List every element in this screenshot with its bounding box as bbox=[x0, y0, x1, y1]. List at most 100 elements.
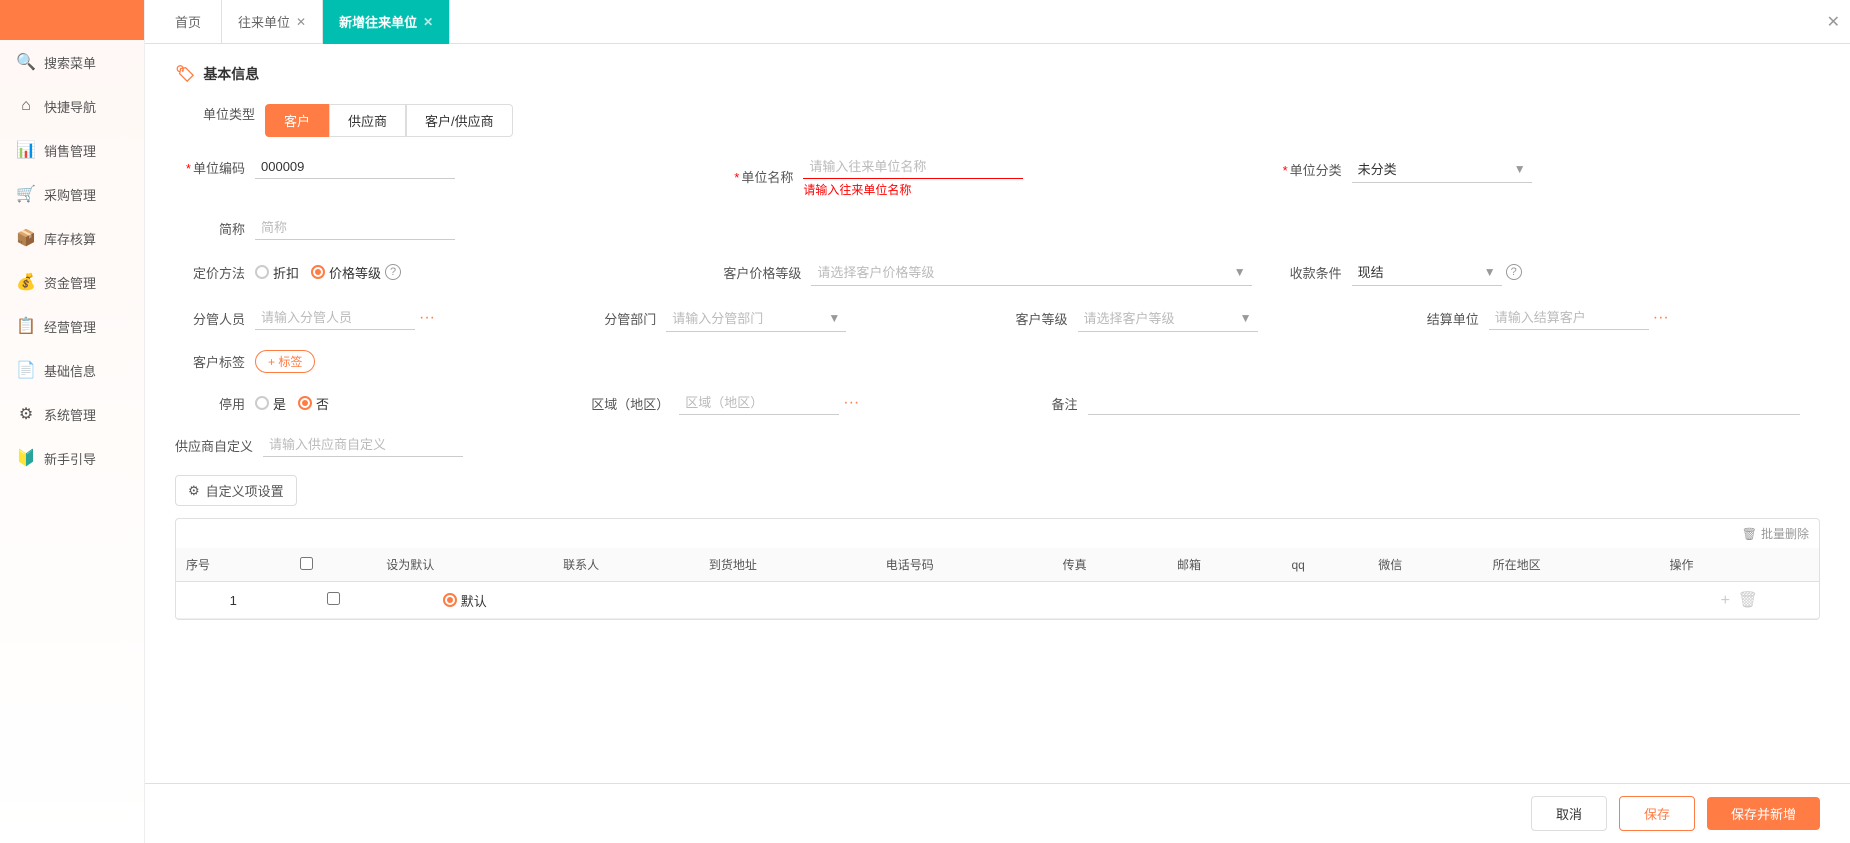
region-field: 区域（地区） ··· bbox=[591, 391, 1007, 415]
sidebar-item-inventory[interactable]: 📦 库存核算 bbox=[0, 216, 144, 260]
yes-radio-circle bbox=[255, 396, 269, 410]
sidebar-item-label-purchase: 采购管理 bbox=[44, 185, 96, 204]
row-checkbox[interactable] bbox=[327, 592, 340, 605]
region-input[interactable] bbox=[679, 391, 839, 415]
settlement-input[interactable] bbox=[1489, 306, 1649, 330]
sidebar-item-operations[interactable]: 📋 经营管理 bbox=[0, 304, 144, 348]
tabbar: 首页 往来单位✕新增往来单位✕ ✕ bbox=[145, 0, 1850, 44]
pricing-radio-price-level[interactable]: 价格等级 bbox=[311, 263, 381, 282]
cancel-button[interactable]: 取消 bbox=[1531, 796, 1607, 831]
form-row-tag: 客户标签 + 标签 bbox=[175, 350, 1820, 373]
sidebar-item-finance[interactable]: 💰 资金管理 bbox=[0, 260, 144, 304]
window-close-button[interactable]: ✕ bbox=[1827, 12, 1840, 32]
quick-nav-icon: ⌂ bbox=[16, 96, 36, 116]
section-icon: 🏷 bbox=[175, 64, 195, 84]
operations-icon: 📋 bbox=[16, 316, 36, 336]
disable-no-radio[interactable]: 否 bbox=[298, 394, 329, 413]
region-more-button[interactable]: ··· bbox=[839, 394, 863, 412]
sidebar-item-purchase[interactable]: 🛒 采购管理 bbox=[0, 172, 144, 216]
row-delete-button[interactable]: 🗑 bbox=[1738, 592, 1758, 609]
department-select[interactable]: 请输入分管部门 ▼ bbox=[666, 304, 846, 332]
unit-type-btn-customer[interactable]: 客户 bbox=[265, 104, 329, 137]
tab-home[interactable]: 首页 bbox=[155, 0, 222, 44]
tab-close-new-partner[interactable]: ✕ bbox=[423, 15, 433, 29]
supplier-custom-input[interactable] bbox=[263, 433, 463, 457]
custom-settings-label: 自定义项设置 bbox=[206, 481, 284, 500]
department-label: 分管部门 bbox=[586, 309, 656, 328]
no-radio-circle bbox=[298, 396, 312, 410]
save-button[interactable]: 保存 bbox=[1619, 796, 1695, 831]
discount-radio-circle bbox=[255, 265, 269, 279]
supplier-custom-field: 供应商自定义 bbox=[175, 433, 1820, 457]
payment-condition-field: 收款条件 现结 ▼ ? bbox=[1272, 258, 1820, 286]
manager-label: 分管人员 bbox=[175, 309, 245, 328]
unit-category-chevron-icon: ▼ bbox=[1514, 162, 1526, 176]
customer-price-level-label: 客户价格等级 bbox=[723, 263, 801, 282]
section-basic-info: 🏷 基本信息 bbox=[175, 64, 1820, 84]
form-row-abbr: 简称 bbox=[175, 216, 1820, 240]
save-new-button[interactable]: 保存并新增 bbox=[1707, 797, 1820, 830]
sidebar-item-label-sales: 销售管理 bbox=[44, 141, 96, 160]
abbr-input[interactable] bbox=[255, 216, 455, 240]
payment-help-icon[interactable]: ? bbox=[1506, 264, 1522, 280]
unit-category-value: 未分类 bbox=[1358, 159, 1397, 178]
abbr-label: 简称 bbox=[175, 219, 245, 238]
unit-category-label: 单位分类 bbox=[1272, 160, 1342, 179]
tab-new-partner[interactable]: 新增往来单位✕ bbox=[323, 0, 450, 44]
table-header: 序号 设为默认 联系人 到货地址 电话号码 传真 邮箱 qq 微信 所在地区 操… bbox=[176, 548, 1819, 582]
pricing-radio-discount[interactable]: 折扣 bbox=[255, 263, 299, 282]
notes-input[interactable] bbox=[1088, 391, 1801, 415]
customer-level-select[interactable]: 请选择客户等级 ▼ bbox=[1078, 304, 1258, 332]
sidebar-item-label-operations: 经营管理 bbox=[44, 317, 96, 336]
unit-type-btn-supplier[interactable]: 供应商 bbox=[329, 104, 406, 137]
unit-name-input[interactable] bbox=[803, 155, 1023, 179]
tab-close-partner[interactable]: ✕ bbox=[296, 15, 306, 29]
col-actions: 操作 bbox=[1660, 548, 1819, 582]
row-add-button[interactable]: + bbox=[1721, 592, 1730, 609]
settlement-more-button[interactable]: ··· bbox=[1649, 309, 1673, 327]
customer-level-chevron-icon: ▼ bbox=[1240, 311, 1252, 325]
tab-label-home: 首页 bbox=[175, 12, 201, 31]
sidebar-item-search[interactable]: 🔍 搜索菜单 bbox=[0, 40, 144, 84]
custom-settings-button[interactable]: ⚙ 自定义项设置 bbox=[175, 475, 297, 506]
sidebar-item-label-inventory: 库存核算 bbox=[44, 229, 96, 248]
pricing-help-icon[interactable]: ? bbox=[385, 264, 401, 280]
sidebar-item-label-guide: 新手引导 bbox=[44, 449, 96, 468]
unit-category-select[interactable]: 未分类 ▼ bbox=[1352, 155, 1532, 183]
unit-code-input[interactable] bbox=[255, 155, 455, 179]
main-area: 首页往来单位✕新增往来单位✕ ✕ 🏷 基本信息 单位类型 客户供应商客户/供应商… bbox=[145, 0, 1850, 843]
row-phone bbox=[876, 582, 1053, 619]
sidebar-logo bbox=[0, 0, 144, 40]
region-label: 区域（地区） bbox=[591, 394, 669, 413]
sidebar-item-base-info[interactable]: 📄 基础信息 bbox=[0, 348, 144, 392]
footer: 取消 保存 保存并新增 bbox=[145, 783, 1850, 843]
customer-price-level-placeholder: 请选择客户价格等级 bbox=[817, 262, 934, 281]
row-default-radio[interactable]: 默认 bbox=[386, 591, 543, 610]
department-field: 分管部门 请输入分管部门 ▼ bbox=[586, 304, 997, 332]
pricing-radio-group: 折扣 价格等级 bbox=[255, 263, 381, 282]
manager-input[interactable] bbox=[255, 306, 415, 330]
sidebar-item-sales[interactable]: 📊 销售管理 bbox=[0, 128, 144, 172]
sidebar-item-quick-nav[interactable]: ⌂ 快捷导航 bbox=[0, 84, 144, 128]
unit-name-field: 单位名称 请输入往来单位名称 bbox=[723, 155, 1271, 198]
customer-level-label: 客户等级 bbox=[998, 309, 1068, 328]
unit-type-btn-both[interactable]: 客户/供应商 bbox=[406, 104, 513, 137]
customer-price-level-select[interactable]: 请选择客户价格等级 ▼ bbox=[811, 258, 1251, 286]
inventory-icon: 📦 bbox=[16, 228, 36, 248]
row-checkbox-cell bbox=[290, 582, 376, 619]
select-all-checkbox[interactable] bbox=[300, 557, 313, 570]
sidebar-item-guide[interactable]: 🔰 新手引导 bbox=[0, 436, 144, 480]
payment-condition-select[interactable]: 现结 ▼ bbox=[1352, 258, 1502, 286]
customer-tag-label: 客户标签 bbox=[175, 352, 245, 371]
col-phone: 电话号码 bbox=[876, 548, 1053, 582]
batch-delete-button[interactable]: 🗑 批量删除 bbox=[1742, 525, 1809, 542]
sidebar-item-system[interactable]: ⚙ 系统管理 bbox=[0, 392, 144, 436]
disable-yes-radio[interactable]: 是 bbox=[255, 394, 286, 413]
col-email: 邮箱 bbox=[1167, 548, 1281, 582]
manager-more-button[interactable]: ··· bbox=[415, 309, 439, 327]
tab-partner[interactable]: 往来单位✕ bbox=[222, 0, 323, 44]
add-tag-button[interactable]: + 标签 bbox=[255, 350, 315, 373]
settlement-field: 结算单位 ··· bbox=[1409, 306, 1820, 330]
base-info-icon: 📄 bbox=[16, 360, 36, 380]
payment-condition-label: 收款条件 bbox=[1272, 263, 1342, 282]
